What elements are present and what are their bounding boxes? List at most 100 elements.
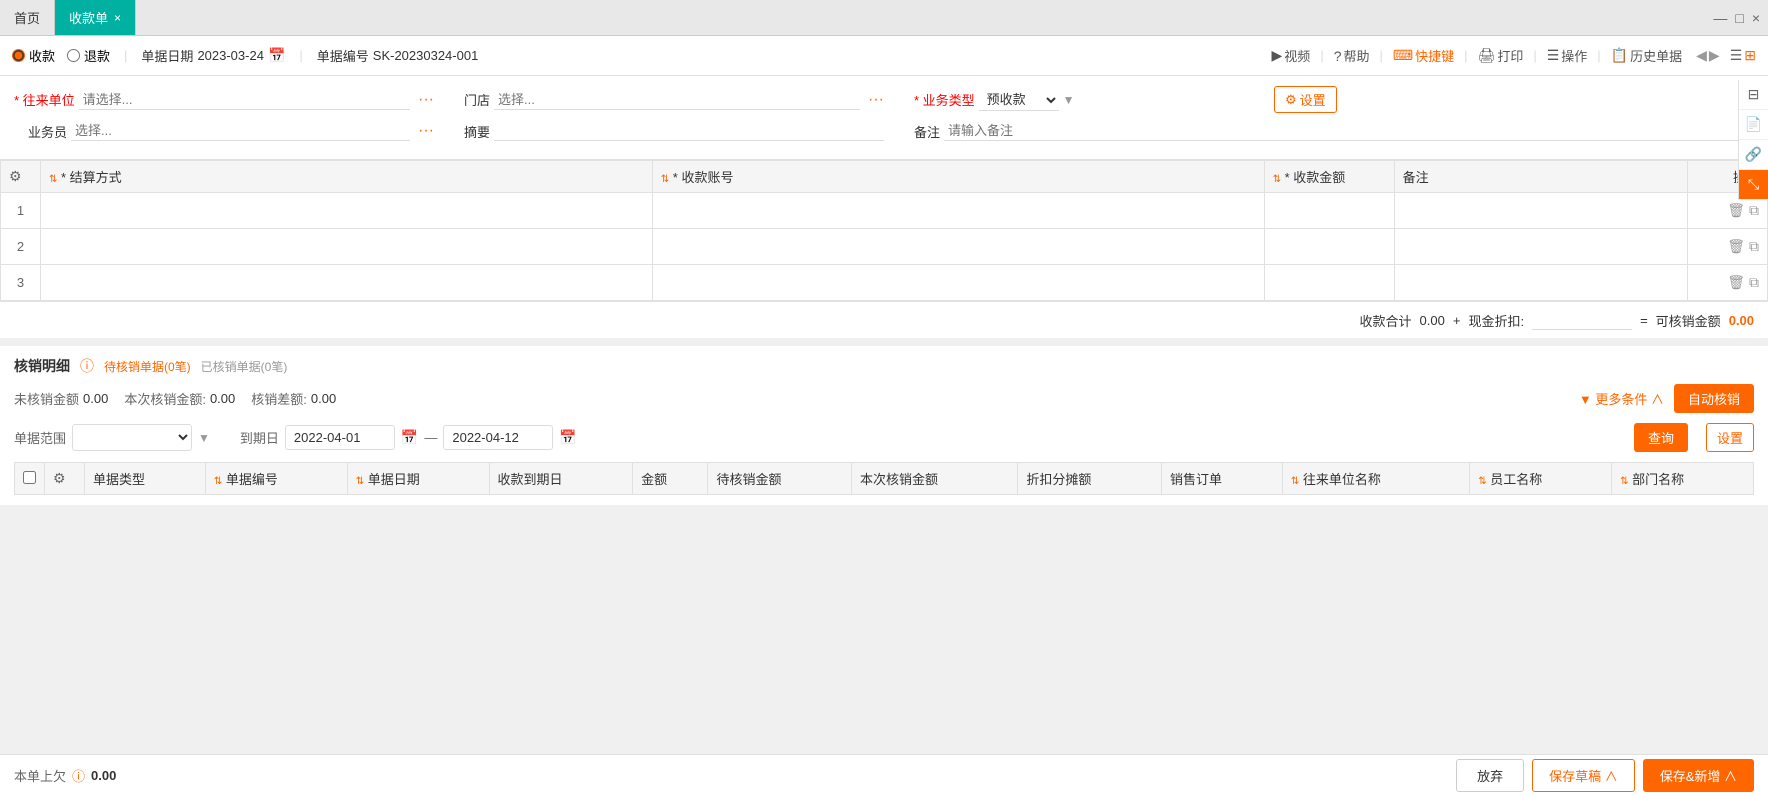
row2-account[interactable] [652, 229, 1264, 265]
row1-amount[interactable] [1264, 193, 1394, 229]
more-filters-btn[interactable]: ▼ 更多条件 ∧ [1579, 389, 1664, 408]
sort-doc-date-icon[interactable]: ⇅ [356, 476, 364, 487]
row3-delete-btn[interactable]: 🗑 [1727, 274, 1745, 291]
row3-copy-btn[interactable]: ⧉ [1749, 274, 1759, 291]
summary-input[interactable] [494, 121, 884, 141]
save-draft-btn[interactable]: 保存草稿 ∧ [1532, 759, 1635, 792]
counterpart-input[interactable] [79, 90, 410, 110]
section-title: 核销明细 [14, 356, 70, 376]
nav-next-btn[interactable]: ▶ [1709, 47, 1720, 64]
row2-copy-btn[interactable]: ⧉ [1749, 238, 1759, 255]
sort-dept-icon[interactable]: ⇅ [1620, 476, 1628, 487]
info-icon[interactable]: ⓘ [80, 356, 94, 376]
date-value: 2023-03-24 [197, 48, 264, 63]
pending-tab-link[interactable]: 待核销单据(0笔) [104, 358, 191, 375]
th-pending-amount: 待核销金额 [708, 463, 852, 495]
column-settings-icon[interactable]: ⚙ [9, 168, 22, 184]
due-date-to-input[interactable] [443, 425, 553, 450]
help-label: 帮助 [1344, 46, 1370, 65]
date-icon[interactable]: 📅 [268, 47, 285, 64]
sort-amount-icon[interactable]: ⇅ [1273, 174, 1281, 185]
row-num-3: 3 [1, 265, 41, 301]
th-counterpart-label: 往来单位名称 [1303, 472, 1381, 487]
view-list-icon[interactable]: ☰ [1730, 47, 1743, 64]
history-btn[interactable]: 📋 历史单据 [1611, 46, 1682, 65]
staff-more-icon[interactable]: ··· [418, 123, 434, 139]
store-input[interactable] [494, 90, 860, 110]
row3-settlement[interactable] [41, 265, 653, 301]
verified-tab-link[interactable]: 已核销单据(0笔) [201, 358, 288, 375]
window-close-btn[interactable]: × [1752, 10, 1760, 26]
operations-btn[interactable]: ☰ 操作 [1547, 46, 1588, 65]
sort-counterpart-icon[interactable]: ⇅ [1291, 476, 1299, 487]
print-btn[interactable]: 🖨 打印 [1478, 46, 1524, 65]
view-grid-icon[interactable]: ⊞ [1744, 47, 1756, 64]
select-all-checkbox[interactable] [23, 471, 36, 484]
date-from-calendar-icon[interactable]: 📅 [401, 429, 418, 446]
store-more-icon[interactable]: ··· [868, 92, 884, 108]
refund-radio[interactable] [67, 49, 80, 62]
th-staff: ⇅ 员工名称 [1470, 463, 1612, 495]
business-type-select[interactable]: 预收款 [979, 89, 1059, 111]
discount-input[interactable] [1532, 310, 1632, 330]
tab-close-icon[interactable]: × [114, 11, 121, 25]
toolbar-sep2: | [299, 48, 302, 63]
right-panel-expand-icon[interactable]: ⤡ [1739, 170, 1768, 200]
right-panel-doc-icon[interactable]: 📄 [1739, 110, 1768, 140]
remarks-input[interactable] [944, 121, 1754, 141]
footer-info-icon[interactable]: ⓘ [72, 766, 85, 785]
settings-button[interactable]: ⚙ 设置 [1274, 86, 1337, 113]
number-label: 单据编号 [317, 46, 369, 65]
row2-remarks[interactable] [1394, 229, 1687, 265]
row3-account[interactable] [652, 265, 1264, 301]
row1-delete-btn[interactable]: 🗑 [1727, 202, 1745, 219]
row3-amount[interactable] [1264, 265, 1394, 301]
help-btn[interactable]: ? 帮助 [1334, 46, 1370, 65]
tab-home[interactable]: 首页 [0, 0, 55, 35]
row3-remarks[interactable] [1394, 265, 1687, 301]
th-amount-label: * 收款金额 [1285, 170, 1346, 185]
row1-remarks[interactable] [1394, 193, 1687, 229]
plus-label: + [1453, 313, 1461, 328]
sort-staff-icon[interactable]: ⇅ [1478, 476, 1486, 487]
tab-receipt[interactable]: 收款单 × [55, 0, 136, 35]
video-btn[interactable]: ▶ 视频 [1272, 46, 1311, 65]
staff-input[interactable] [71, 121, 410, 141]
row1-account[interactable] [652, 193, 1264, 229]
query-btn[interactable]: 查询 [1634, 423, 1688, 452]
date-range-select[interactable] [72, 424, 192, 451]
right-panel-link-icon[interactable]: 🔗 [1739, 140, 1768, 170]
row1-copy-btn[interactable]: ⧉ [1749, 202, 1759, 219]
right-panel-table-icon[interactable]: ⊟ [1739, 80, 1768, 110]
due-date-from-input[interactable] [285, 425, 395, 450]
shortcut-btn[interactable]: ⌨ 快捷键 [1393, 46, 1454, 65]
verifiable-label: 可核销金额 [1656, 311, 1721, 330]
row2-settlement[interactable] [41, 229, 653, 265]
row2-amount[interactable] [1264, 229, 1394, 265]
row2-delete-btn[interactable]: 🗑 [1727, 238, 1745, 255]
nav-prev-btn[interactable]: ◀ [1696, 47, 1707, 64]
sort-account-icon[interactable]: ⇅ [661, 174, 669, 185]
date-to-calendar-icon[interactable]: 📅 [559, 429, 576, 446]
sort-doc-number-icon[interactable]: ⇅ [214, 476, 222, 487]
table-row: 2 🗑 ⧉ [1, 229, 1768, 265]
sort-settlement-icon[interactable]: ⇅ [49, 174, 57, 185]
current-verify-value: 0.00 [210, 391, 235, 406]
filter-settings-btn[interactable]: 设置 [1706, 423, 1754, 452]
verifiable-value: 0.00 [1729, 313, 1754, 328]
data-table: ⚙ ⇅ * 结算方式 ⇅ * 收款账号 ⇅ * 收款金额 备注 [0, 160, 1768, 301]
window-minimize-btn[interactable]: — [1713, 10, 1727, 26]
counterpart-more-icon[interactable]: ··· [418, 92, 434, 108]
save-new-btn[interactable]: 保存&新增 ∧ [1643, 759, 1754, 792]
receipt-radio[interactable] [12, 49, 25, 62]
date-range-label: 单据范围 [14, 428, 66, 447]
window-maximize-btn[interactable]: □ [1735, 10, 1743, 26]
bottom-column-settings-icon[interactable]: ⚙ [53, 470, 66, 486]
row1-settlement[interactable] [41, 193, 653, 229]
auto-verify-btn[interactable]: 自动核销 [1674, 384, 1754, 413]
receipt-radio-label: 收款 [29, 46, 55, 65]
abandon-btn[interactable]: 放弃 [1456, 759, 1524, 792]
table-row: 3 🗑 ⧉ [1, 265, 1768, 301]
unverified-value: 0.00 [83, 391, 108, 406]
history-label: 历史单据 [1630, 46, 1682, 65]
